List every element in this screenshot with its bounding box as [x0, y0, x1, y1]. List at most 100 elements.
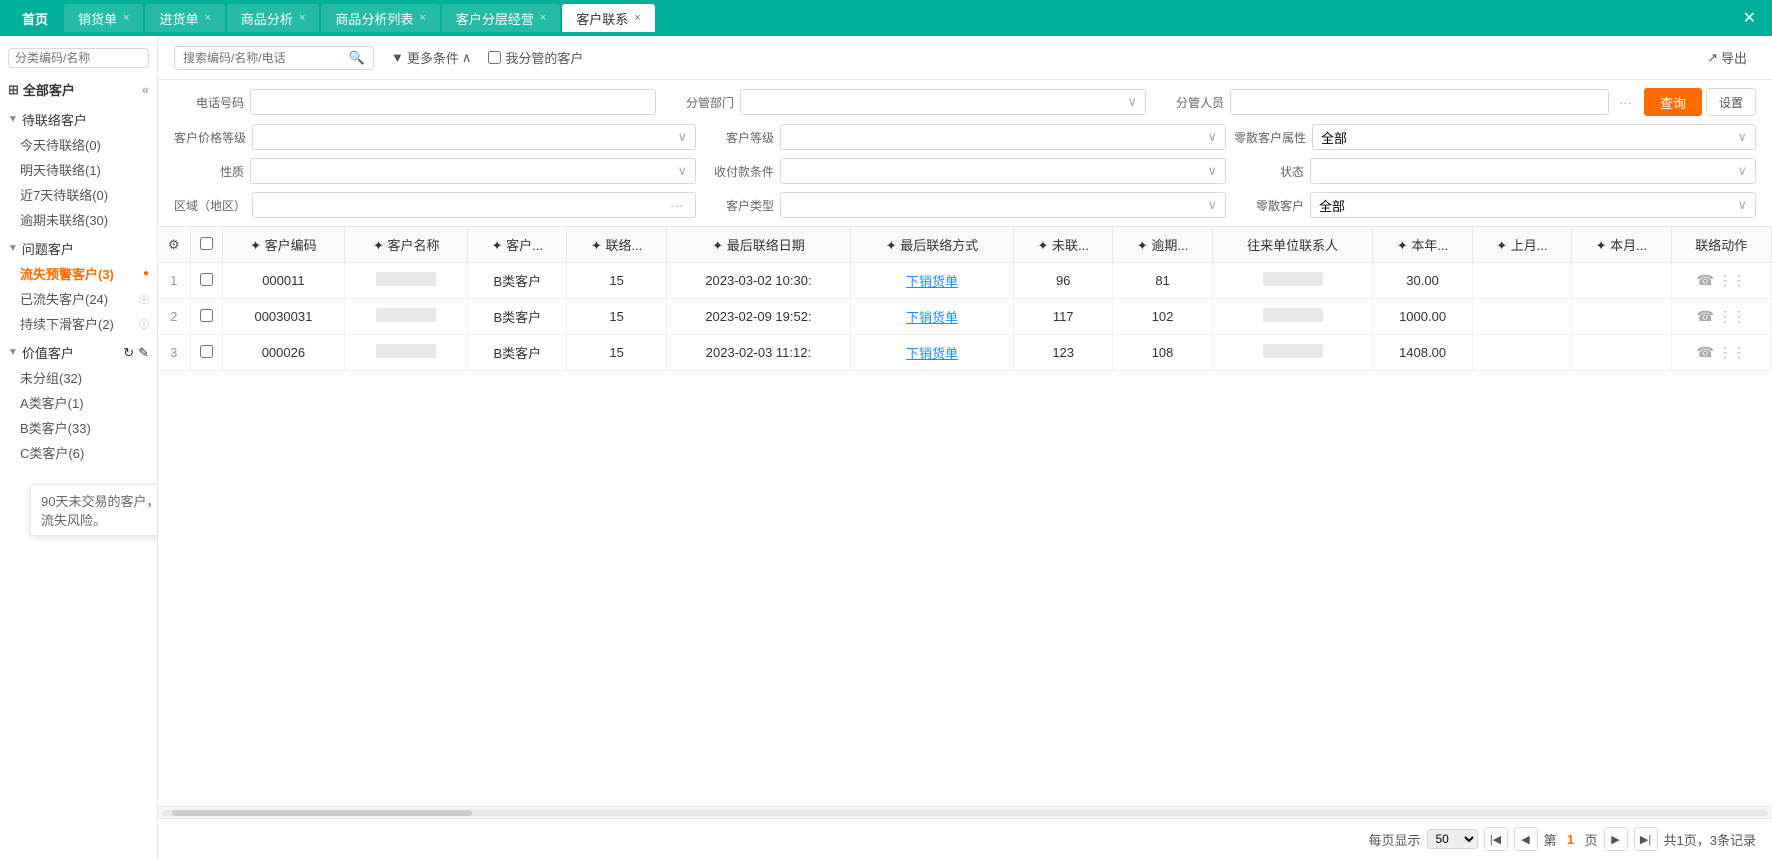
- tab-sales-label: 销货单: [78, 9, 117, 28]
- pending-group-label: 待联络客户: [22, 110, 87, 129]
- row-last-date-1: 2023-02-09 19:52:: [666, 299, 850, 335]
- region-more-icon[interactable]: ···: [666, 198, 687, 213]
- row-type-1: B类客户: [468, 299, 567, 335]
- sidebar-item-overdue[interactable]: 逾期未联络(30): [0, 207, 157, 232]
- sidebar-item-7days[interactable]: 近7天待联络(0): [0, 182, 157, 207]
- filter-phone: 电话号码: [174, 89, 656, 115]
- col-settings-icon[interactable]: ⚙: [168, 237, 180, 252]
- manager-more-icon[interactable]: ···: [1615, 95, 1636, 110]
- row-checkbox-2[interactable]: [190, 335, 222, 371]
- tab-product-analysis[interactable]: 商品分析 ×: [227, 4, 319, 32]
- per-page-select[interactable]: 50 20 100: [1427, 829, 1478, 849]
- customer-type-label: 客户类型: [704, 197, 774, 214]
- main-search-input[interactable]: [183, 51, 345, 65]
- tab-product-list[interactable]: 商品分析列表 ×: [321, 4, 439, 32]
- sidebar-search-input[interactable]: [15, 51, 158, 65]
- tab-purchase[interactable]: 进货单 ×: [145, 4, 224, 32]
- action-more-icon-0[interactable]: ⋮⋮: [1718, 272, 1746, 289]
- action-more-icon-1[interactable]: ⋮⋮: [1718, 308, 1746, 325]
- action-contact-icon-2[interactable]: ☎: [1697, 344, 1714, 361]
- tab-customer-contact-close[interactable]: ×: [634, 12, 640, 24]
- table-area: ⚙ ✦ 客户编码 ✦ 客户名称 ✦ 客户...: [158, 227, 1772, 806]
- row-last-month-0: [1472, 263, 1571, 299]
- col-settings-header[interactable]: ⚙: [158, 227, 190, 263]
- status-select[interactable]: ∨: [1310, 158, 1756, 184]
- settings-button[interactable]: 设置: [1706, 88, 1756, 116]
- query-button[interactable]: 查询: [1644, 88, 1702, 116]
- tab-customer-tier[interactable]: 客户分层经营 ×: [442, 4, 560, 32]
- payment-select[interactable]: ∨: [780, 158, 1226, 184]
- phone-input[interactable]: [250, 89, 656, 115]
- action-contact-icon-0[interactable]: ☎: [1697, 272, 1714, 289]
- my-customers-checkbox[interactable]: [488, 51, 501, 64]
- sidebar-item-ungroup[interactable]: 未分组(32): [0, 365, 157, 390]
- tab-product-list-close[interactable]: ×: [419, 12, 425, 24]
- sidebar-item-churned[interactable]: 已流失客户(24) ⓘ: [0, 286, 157, 311]
- action-contact-icon-1[interactable]: ☎: [1697, 308, 1714, 325]
- declining-label: 持续下滑客户(2): [20, 314, 114, 333]
- prev-page-btn[interactable]: ◀: [1514, 827, 1538, 851]
- nature-select[interactable]: ∨: [250, 158, 696, 184]
- filter-dept: 分管部门 ∨: [664, 89, 1146, 115]
- main-search-icon[interactable]: 🔍: [349, 50, 365, 66]
- retail-attr-label: 零散客户属性: [1234, 129, 1306, 146]
- tab-sales-close[interactable]: ×: [123, 12, 129, 24]
- price-level-select[interactable]: ∨: [252, 124, 696, 150]
- sidebar-item-churn-warning[interactable]: 流失预警客户(3) ●: [0, 261, 157, 286]
- search-box[interactable]: 🔍: [174, 46, 374, 70]
- filter-row-3: 性质 ∨ 收付款条件 ∨ 状态 ∨: [174, 158, 1756, 184]
- customer-type-select[interactable]: ∨: [780, 192, 1226, 218]
- region-select[interactable]: ···: [252, 192, 696, 218]
- sidebar-item-tomorrow[interactable]: 明天待联络(1): [0, 157, 157, 182]
- next-page-btn[interactable]: ▶: [1604, 827, 1628, 851]
- overdue-label: 逾期未联络(30): [20, 210, 108, 229]
- retail-attr-value: 全部: [1321, 128, 1347, 147]
- retail-attr-arrow-icon: ∨: [1737, 129, 1747, 145]
- sidebar-group-problem-title[interactable]: ▼ 问题客户: [0, 236, 157, 261]
- sidebar-search-box[interactable]: 🔍: [8, 48, 149, 68]
- window-close-button[interactable]: ✕: [1735, 8, 1764, 28]
- more-conditions-btn[interactable]: ▼ 更多条件 ∧: [382, 44, 480, 71]
- tab-sales[interactable]: 销货单 ×: [64, 4, 143, 32]
- horizontal-scrollbar[interactable]: [158, 806, 1772, 818]
- sidebar-item-a-class[interactable]: A类客户(1): [0, 390, 157, 415]
- tab-purchase-close[interactable]: ×: [204, 12, 210, 24]
- retail-customer-select[interactable]: 全部 ∨: [1310, 192, 1756, 218]
- phone-label: 电话号码: [174, 94, 244, 111]
- tab-product-analysis-close[interactable]: ×: [299, 12, 305, 24]
- sidebar-item-c-class[interactable]: C类客户(6): [0, 440, 157, 465]
- table-row: 2 00030031 B类客户 15 2023-02-09 19:52: 下销货…: [158, 299, 1772, 335]
- row-checkbox-1[interactable]: [190, 299, 222, 335]
- select-all-checkbox[interactable]: [200, 237, 213, 250]
- export-btn[interactable]: ↗ 导出: [1698, 44, 1756, 71]
- manager-select[interactable]: [1230, 89, 1609, 115]
- sidebar-item-b-class[interactable]: B类客户(33): [0, 415, 157, 440]
- row-checkbox-0[interactable]: [190, 263, 222, 299]
- first-page-btn[interactable]: |◀: [1484, 827, 1508, 851]
- dept-select[interactable]: ∨: [740, 89, 1146, 115]
- tab-customer-contact[interactable]: 客户联系 ×: [562, 4, 654, 32]
- my-customers-checkbox-label[interactable]: 我分管的客户: [488, 48, 583, 67]
- row-type-2: B类客户: [468, 335, 567, 371]
- sidebar-item-declining[interactable]: 持续下滑客户(2) ⓘ: [0, 311, 157, 336]
- sidebar-all-customers[interactable]: ⊞ 全部客户 «: [0, 76, 157, 103]
- problem-arrow-icon: ▼: [8, 243, 18, 254]
- retail-attr-select[interactable]: 全部 ∨: [1312, 124, 1756, 150]
- last-page-btn[interactable]: ▶|: [1634, 827, 1658, 851]
- filter-icon: ▼: [391, 50, 404, 65]
- export-label: 导出: [1721, 48, 1747, 67]
- scroll-thumb[interactable]: [172, 810, 472, 816]
- row-last-method-0[interactable]: 下销货单: [851, 263, 1014, 299]
- row-last-method-2[interactable]: 下销货单: [851, 335, 1014, 371]
- action-more-icon-2[interactable]: ⋮⋮: [1718, 344, 1746, 361]
- sidebar-group-pending-title[interactable]: ▼ 待联络客户: [0, 107, 157, 132]
- sidebar-group-value-title[interactable]: ▼ 价值客户 ↻ ✎: [0, 340, 157, 365]
- tab-home[interactable]: 首页: [8, 4, 62, 32]
- tab-customer-tier-close[interactable]: ×: [540, 12, 546, 24]
- value-refresh-icon[interactable]: ↻: [123, 345, 134, 361]
- row-last-method-1[interactable]: 下销货单: [851, 299, 1014, 335]
- sidebar-item-today[interactable]: 今天待联络(0): [0, 132, 157, 157]
- sidebar-collapse-icon[interactable]: «: [142, 82, 149, 97]
- value-edit-icon[interactable]: ✎: [138, 345, 149, 361]
- customer-level-select[interactable]: ∨: [780, 124, 1226, 150]
